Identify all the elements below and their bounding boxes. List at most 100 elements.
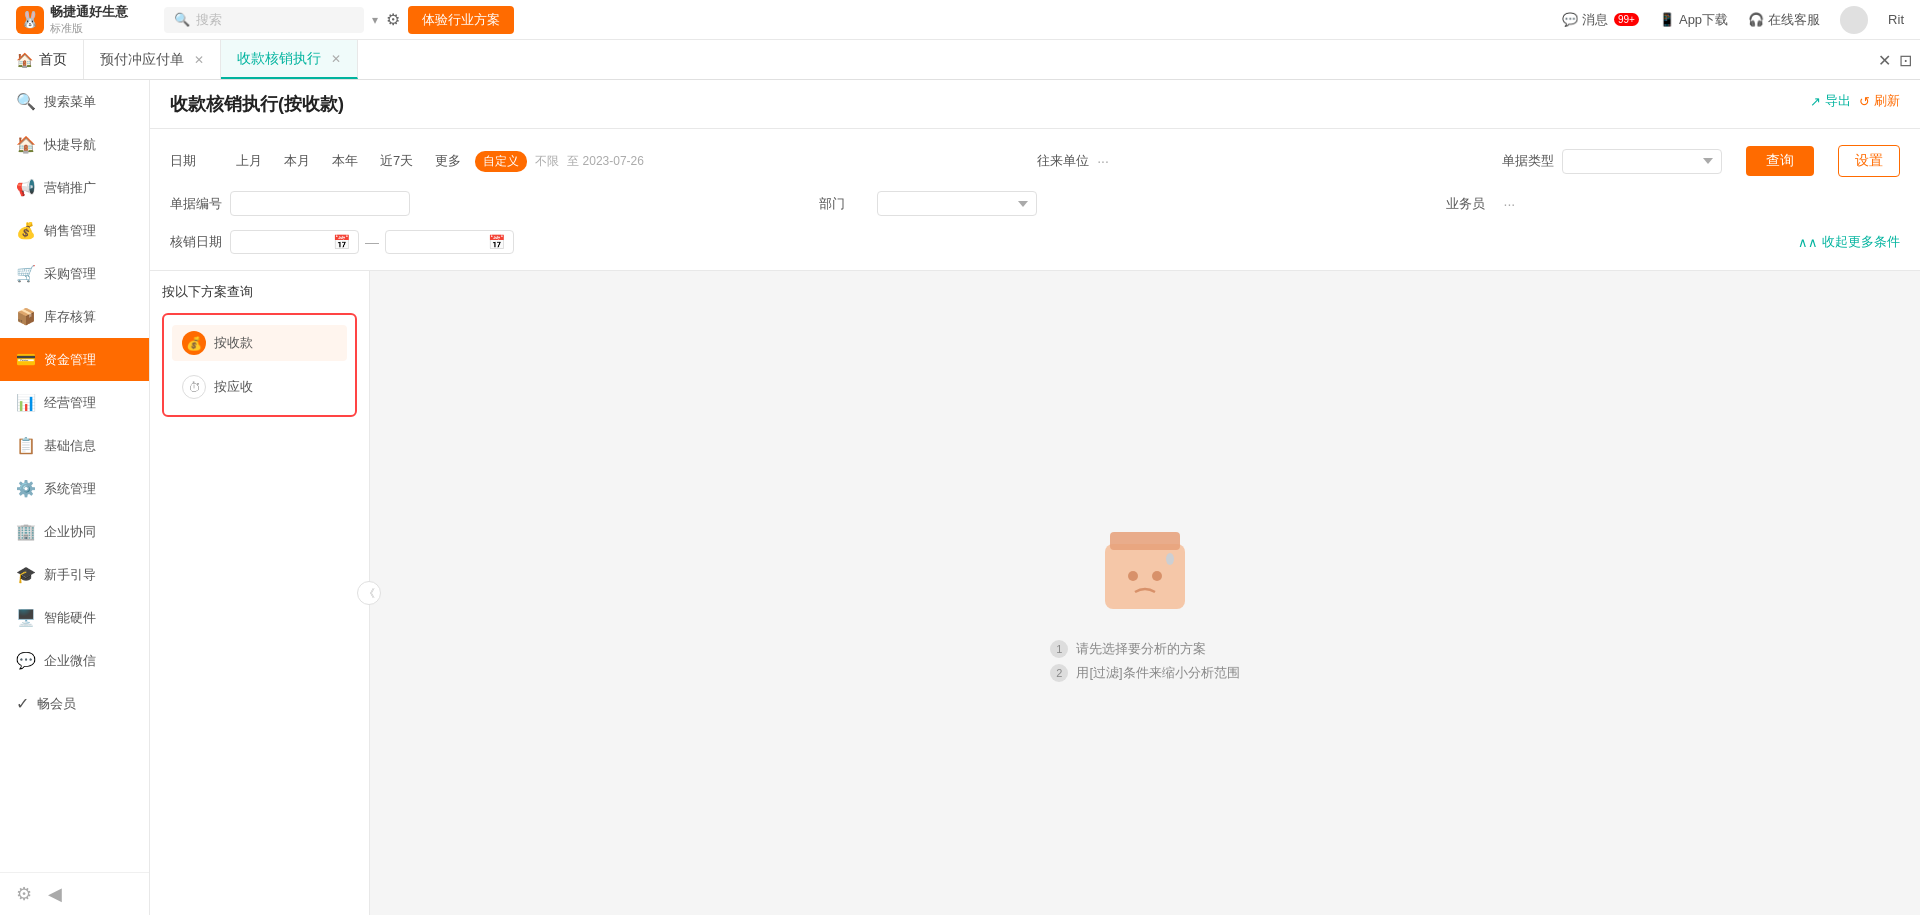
doc-number-input[interactable]: [230, 191, 410, 216]
date-btn-this-year[interactable]: 本年: [324, 150, 366, 172]
tip-num-1: 1: [1050, 640, 1068, 658]
panel-collapse-arrow[interactable]: 《: [357, 581, 381, 605]
date-btn-7days[interactable]: 近7天: [372, 150, 421, 172]
sidebar-item-quick-nav[interactable]: 🏠 快捷导航: [0, 123, 149, 166]
sidebar-item-finance[interactable]: 💳 资金管理: [0, 338, 149, 381]
phone-icon: 📱: [1659, 12, 1675, 27]
app-download-action[interactable]: 📱 App下载: [1659, 11, 1728, 29]
tab-close-collection[interactable]: ✕: [331, 52, 341, 66]
settings-bottom-icon[interactable]: ⚙: [16, 883, 32, 905]
basic-info-icon: 📋: [16, 436, 36, 455]
message-icon: 💬: [1562, 12, 1578, 27]
gear-icon[interactable]: ⚙: [386, 10, 400, 29]
query-type-by-collection[interactable]: 💰 按收款: [172, 325, 347, 361]
doc-type-select[interactable]: [1562, 149, 1722, 174]
avatar[interactable]: [1840, 6, 1868, 34]
query-button[interactable]: 查询: [1746, 146, 1814, 176]
logo-text: 畅捷通好生意 标准版: [50, 3, 128, 36]
sidebar-item-system[interactable]: ⚙️ 系统管理: [0, 467, 149, 510]
panel-title: 按以下方案查询: [162, 283, 357, 301]
membership-icon: ✓: [16, 694, 29, 713]
counterparty-label: 往来单位: [1037, 152, 1089, 170]
filter-row-1: 日期 上月 本月 本年 近7天 更多 自定义 不限 至 2023-07-26: [170, 145, 1900, 177]
top-search-bar[interactable]: 🔍 搜索: [164, 7, 364, 33]
username[interactable]: Rit: [1888, 12, 1904, 27]
plan-button[interactable]: 体验行业方案: [408, 6, 514, 34]
writeoff-end-input[interactable]: 2023-07-21: [394, 235, 484, 250]
settings-button[interactable]: 设置: [1838, 145, 1900, 177]
department-select[interactable]: [877, 191, 1037, 216]
search-icon: 🔍: [174, 12, 190, 27]
sidebar-item-purchase[interactable]: 🛒 采购管理: [0, 252, 149, 295]
page-header: 收款核销执行(按收款) ↗ 导出 ↺ 刷新: [150, 80, 1920, 129]
writeoff-start-input[interactable]: 2023-03-01: [239, 235, 329, 250]
filter-area: 日期 上月 本月 本年 近7天 更多 自定义 不限 至 2023-07-26: [150, 129, 1920, 271]
enterprise-icon: 🏢: [16, 522, 36, 541]
export-button[interactable]: ↗ 导出: [1810, 92, 1851, 110]
by-receivable-icon: ⏱: [182, 375, 206, 399]
sidebar-item-guide[interactable]: 🎓 新手引导: [0, 553, 149, 596]
wechat-icon: 💬: [16, 651, 36, 670]
chevron-down-icon[interactable]: ▾: [372, 13, 378, 27]
date-btn-custom[interactable]: 自定义: [475, 151, 527, 172]
page-header-actions: ↗ 导出 ↺ 刷新: [1810, 92, 1900, 122]
header-left: 🐰 畅捷通好生意 标准版 🔍 搜索 ▾ ⚙ 体验行业方案: [16, 3, 514, 36]
sidebar-item-membership[interactable]: ✓ 畅会员: [0, 682, 149, 725]
tab-close-all-icon[interactable]: ✕: [1878, 50, 1891, 69]
logo-icon: 🐰: [16, 6, 44, 34]
doc-number-label: 单据编号: [170, 195, 222, 213]
sidebar-item-search-menu[interactable]: 🔍 搜索菜单: [0, 80, 149, 123]
page-title: 收款核销执行(按收款): [170, 92, 344, 128]
finance-icon: 💳: [16, 350, 36, 369]
date-btn-last-month[interactable]: 上月: [228, 150, 270, 172]
empty-state: 1 请先选择要分析的方案 2 用[过滤]条件来缩小分析范围: [370, 271, 1920, 915]
filter-row-2: 单据编号 部门 业务员 ···: [170, 191, 1900, 216]
salesperson-input[interactable]: ···: [1504, 196, 1516, 212]
calendar-start-icon: 📅: [333, 234, 350, 250]
sales-icon: 💰: [16, 221, 36, 240]
empty-svg: [1085, 504, 1205, 624]
date-range-text: 至 2023-07-26: [567, 153, 644, 170]
message-action[interactable]: 💬 消息 99+: [1562, 11, 1639, 29]
hardware-icon: 🖥️: [16, 608, 36, 627]
sidebar-item-sales[interactable]: 💰 销售管理: [0, 209, 149, 252]
query-type-by-receivable[interactable]: ⏱ 按应收: [172, 369, 347, 405]
business-icon: 📊: [16, 393, 36, 412]
sidebar: 🔍 搜索菜单 🏠 快捷导航 📢 营销推广 💰 销售管理 🛒 采购管理 📦 库存核…: [0, 80, 150, 915]
sidebar-bottom: ⚙ ◀: [0, 872, 149, 915]
date-btn-this-month[interactable]: 本月: [276, 150, 318, 172]
date-unlimited-text: 不限: [535, 153, 559, 170]
system-icon: ⚙️: [16, 479, 36, 498]
refresh-button[interactable]: ↺ 刷新: [1859, 92, 1900, 110]
tab-collection-writeoff[interactable]: 收款核销执行 ✕: [221, 40, 358, 79]
writeoff-end-wrap[interactable]: 2023-07-21 📅: [385, 230, 514, 254]
header-right: 💬 消息 99+ 📱 App下载 🎧 在线客服 Rit: [1562, 6, 1904, 34]
collapse-sidebar-icon[interactable]: ◀: [48, 883, 62, 905]
empty-illustration: [1085, 504, 1205, 624]
home-icon: 🏠: [16, 52, 33, 68]
collapse-more-button[interactable]: ∧∧ 收起更多条件: [1798, 233, 1900, 251]
sidebar-item-wechat[interactable]: 💬 企业微信: [0, 639, 149, 682]
tab-advance-payment[interactable]: 预付冲应付单 ✕: [84, 40, 221, 79]
tab-bar: 🏠 首页 预付冲应付单 ✕ 收款核销执行 ✕ ✕ ⊡: [0, 40, 1920, 80]
sidebar-item-marketing[interactable]: 📢 营销推广: [0, 166, 149, 209]
sidebar-item-hardware[interactable]: 🖥️ 智能硬件: [0, 596, 149, 639]
svg-point-3: [1152, 571, 1162, 581]
sidebar-item-inventory[interactable]: 📦 库存核算: [0, 295, 149, 338]
content-body: 按以下方案查询 💰 按收款 ⏱ 按应收 《: [150, 271, 1920, 915]
counterparty-input[interactable]: ···: [1097, 153, 1109, 169]
sidebar-item-business[interactable]: 📊 经营管理: [0, 381, 149, 424]
department-filter-group: 部门: [819, 191, 1037, 216]
by-collection-icon: 💰: [182, 331, 206, 355]
marketing-icon: 📢: [16, 178, 36, 197]
tab-close-advance[interactable]: ✕: [194, 53, 204, 67]
online-service-action[interactable]: 🎧 在线客服: [1748, 11, 1820, 29]
date-btn-more[interactable]: 更多: [427, 150, 469, 172]
empty-tips: 1 请先选择要分析的方案 2 用[过滤]条件来缩小分析范围: [1050, 640, 1239, 682]
sidebar-item-basic-info[interactable]: 📋 基础信息: [0, 424, 149, 467]
sidebar-item-enterprise[interactable]: 🏢 企业协同: [0, 510, 149, 553]
tab-expand-icon[interactable]: ⊡: [1899, 50, 1912, 69]
svg-point-4: [1166, 553, 1174, 565]
tab-home[interactable]: 🏠 首页: [0, 40, 84, 79]
writeoff-start-wrap[interactable]: 2023-03-01 📅: [230, 230, 359, 254]
